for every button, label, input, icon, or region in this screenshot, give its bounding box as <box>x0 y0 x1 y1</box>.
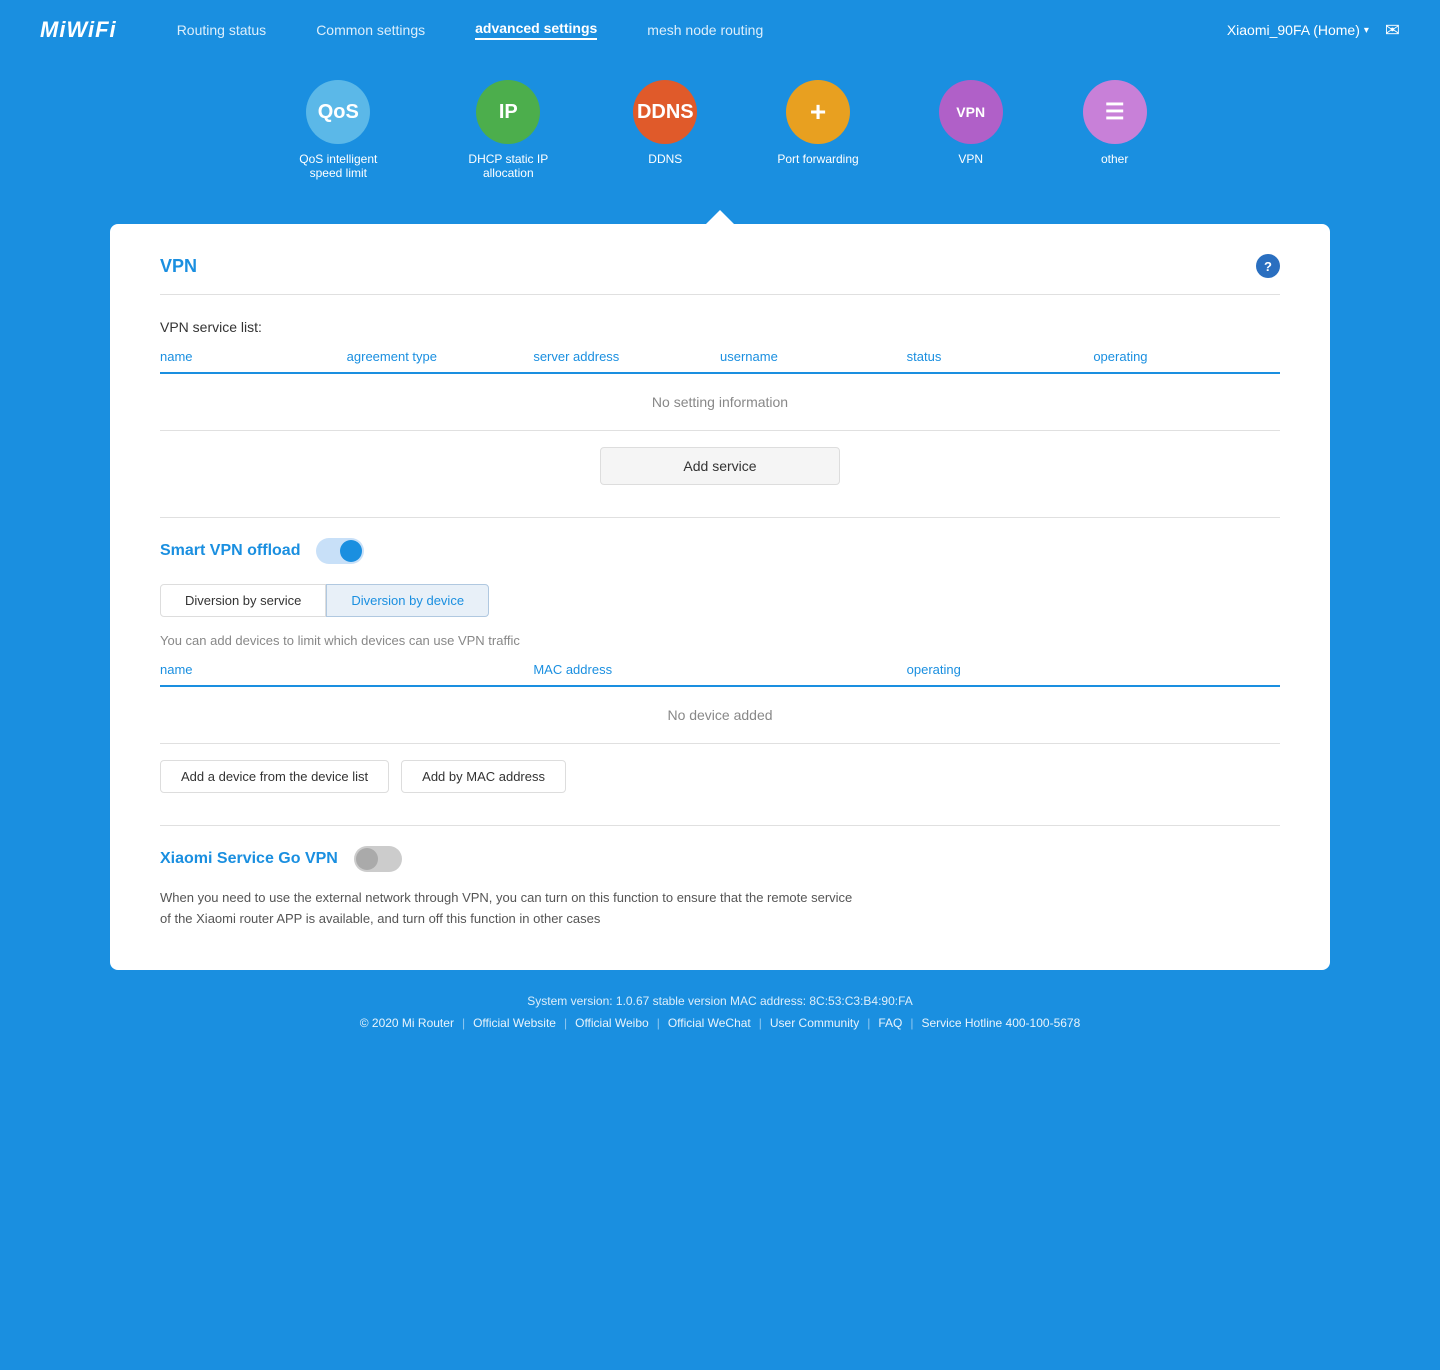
smart-vpn-section: Smart VPN offload Diversion by service D… <box>160 517 1280 793</box>
footer-user-community[interactable]: User Community <box>770 1016 859 1030</box>
other-icon: ☰ <box>1083 80 1147 144</box>
vpn-icon: VPN <box>939 80 1003 144</box>
help-icon[interactable]: ? <box>1256 254 1280 278</box>
logo: MiWiFi <box>40 17 117 43</box>
col-status: status <box>907 349 1094 364</box>
footer-system-info: System version: 1.0.67 stable version MA… <box>0 994 1440 1008</box>
add-device-from-list-button[interactable]: Add a device from the device list <box>160 760 389 793</box>
device-desc: You can add devices to limit which devic… <box>160 633 1280 648</box>
diversion-tabs: Diversion by service Diversion by device <box>160 584 1280 617</box>
sep5: | <box>867 1016 870 1030</box>
sep3: | <box>657 1016 660 1030</box>
ip-icon: IP <box>476 80 540 144</box>
smart-vpn-toggle[interactable] <box>316 538 364 564</box>
service-list-label: VPN service list: <box>160 319 1280 335</box>
add-service-button[interactable]: Add service <box>600 447 840 485</box>
sep1: | <box>462 1016 465 1030</box>
ddns-icon: DDNS <box>633 80 697 144</box>
user-info[interactable]: Xiaomi_90FA (Home) ▾ <box>1227 22 1369 38</box>
footer-copyright: © 2020 Mi Router <box>360 1016 454 1030</box>
ip-label: DHCP static IP allocation <box>463 152 553 180</box>
xiaomi-description: When you need to use the external networ… <box>160 888 860 930</box>
footer: System version: 1.0.67 stable version MA… <box>0 970 1440 1046</box>
nav-common-settings[interactable]: Common settings <box>316 22 425 38</box>
add-device-buttons: Add a device from the device list Add by… <box>160 760 1280 793</box>
xiaomi-header: Xiaomi Service Go VPN <box>160 846 1280 872</box>
footer-faq[interactable]: FAQ <box>878 1016 902 1030</box>
icon-item-ddns[interactable]: DDNS DDNS <box>633 80 697 180</box>
arrow-up <box>706 210 734 224</box>
col-operating: operating <box>1093 349 1280 364</box>
nav-routing-status[interactable]: Routing status <box>177 22 267 38</box>
xiaomi-title: Xiaomi Service Go VPN <box>160 850 338 868</box>
sep6: | <box>910 1016 913 1030</box>
device-col-name: name <box>160 662 533 677</box>
smart-vpn-title: Smart VPN offload <box>160 542 300 560</box>
add-device-by-mac-button[interactable]: Add by MAC address <box>401 760 566 793</box>
vpn-label: VPN <box>958 152 983 166</box>
tab-diversion-by-service[interactable]: Diversion by service <box>160 584 326 617</box>
mail-icon[interactable]: ✉ <box>1385 20 1400 41</box>
toggle-thumb-off <box>356 848 378 870</box>
device-table-header: name MAC address operating <box>160 662 1280 687</box>
smart-vpn-header: Smart VPN offload <box>160 538 1280 564</box>
header-right: Xiaomi_90FA (Home) ▾ ✉ <box>1227 20 1400 41</box>
vpn-section-header: VPN ? <box>160 254 1280 295</box>
arrow-indicator <box>0 210 1440 224</box>
icon-bar: QoS QoS intelligent speed limit IP DHCP … <box>0 60 1440 210</box>
ddns-label: DDNS <box>648 152 682 166</box>
qos-icon: QoS <box>306 80 370 144</box>
col-username: username <box>720 349 907 364</box>
icon-item-ip[interactable]: IP DHCP static IP allocation <box>463 80 553 180</box>
footer-official-weibo[interactable]: Official Weibo <box>575 1016 649 1030</box>
icon-item-port[interactable]: + Port forwarding <box>777 80 858 180</box>
footer-official-wechat[interactable]: Official WeChat <box>668 1016 751 1030</box>
vpn-table-header: name agreement type server address usern… <box>160 349 1280 374</box>
header: MiWiFi Routing status Common settings ad… <box>0 0 1440 60</box>
col-server: server address <box>533 349 720 364</box>
qos-label: QoS intelligent speed limit <box>293 152 383 180</box>
icon-item-other[interactable]: ☰ other <box>1083 80 1147 180</box>
xiaomi-service-section: Xiaomi Service Go VPN When you need to u… <box>160 825 1280 930</box>
sep4: | <box>759 1016 762 1030</box>
vpn-empty-message: No setting information <box>160 374 1280 431</box>
port-label: Port forwarding <box>777 152 858 166</box>
port-icon: + <box>786 80 850 144</box>
col-agreement: agreement type <box>347 349 534 364</box>
device-col-operating: operating <box>907 662 1280 677</box>
tab-diversion-by-device[interactable]: Diversion by device <box>326 584 489 617</box>
sep2: | <box>564 1016 567 1030</box>
nav-mesh-node[interactable]: mesh node routing <box>647 22 763 38</box>
footer-links: © 2020 Mi Router | Official Website | Of… <box>0 1016 1440 1030</box>
icon-item-vpn[interactable]: VPN VPN <box>939 80 1003 180</box>
other-label: other <box>1101 152 1128 166</box>
nav-advanced-settings[interactable]: advanced settings <box>475 20 597 40</box>
nav-links: Routing status Common settings advanced … <box>177 20 1227 40</box>
device-col-mac: MAC address <box>533 662 906 677</box>
device-empty-message: No device added <box>160 687 1280 744</box>
xiaomi-service-toggle[interactable] <box>354 846 402 872</box>
footer-official-website[interactable]: Official Website <box>473 1016 556 1030</box>
chevron-down-icon: ▾ <box>1364 25 1369 36</box>
icon-item-qos[interactable]: QoS QoS intelligent speed limit <box>293 80 383 180</box>
main-card: VPN ? VPN service list: name agreement t… <box>110 224 1330 970</box>
col-name: name <box>160 349 347 364</box>
username: Xiaomi_90FA (Home) <box>1227 22 1360 38</box>
footer-service-hotline[interactable]: Service Hotline 400-100-5678 <box>922 1016 1081 1030</box>
vpn-title: VPN <box>160 256 197 277</box>
